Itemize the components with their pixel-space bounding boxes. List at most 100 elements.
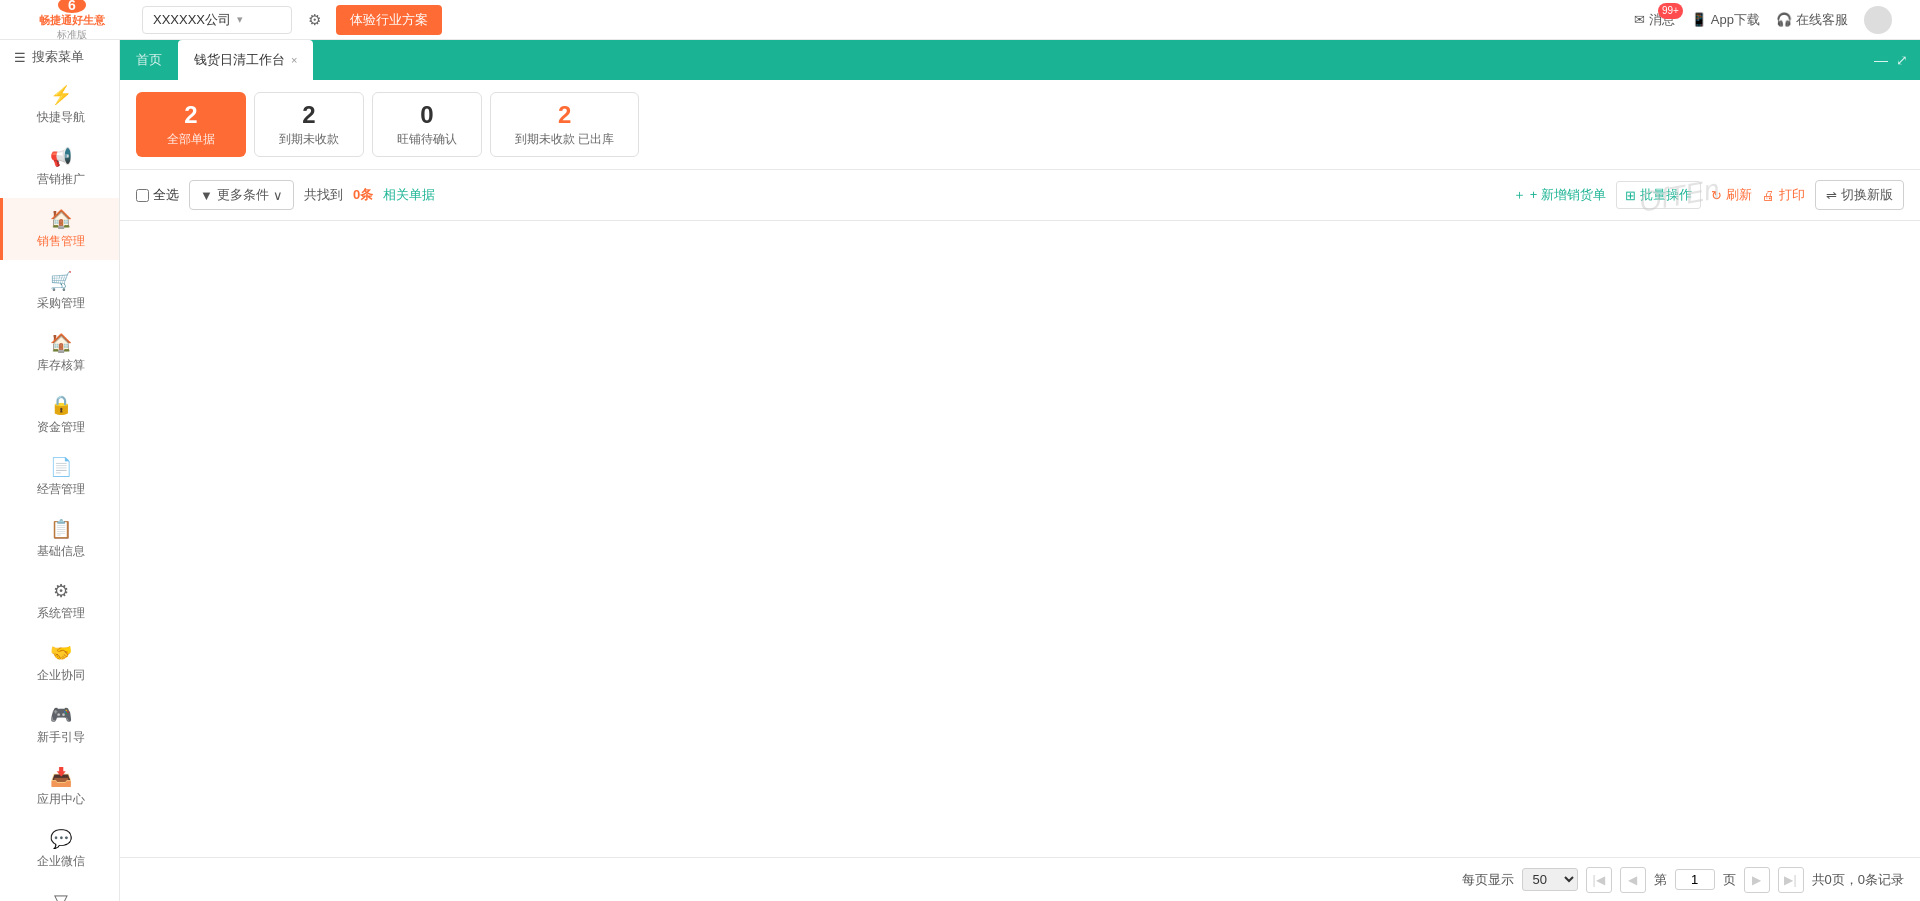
stat-overdue-label: 到期未收款 <box>279 131 339 148</box>
switch-label: 切换新版 <box>1841 186 1893 204</box>
logo-icon: 6 <box>58 0 86 13</box>
logo-area: 6 畅捷通好生意 标准版 <box>12 0 132 39</box>
company-name: XXXXXX公司 <box>153 11 231 29</box>
page-size-select[interactable]: 50 10 20 100 <box>1522 868 1578 891</box>
app-download-label: App下载 <box>1711 11 1760 29</box>
next-page-button[interactable]: ▶ <box>1744 867 1770 893</box>
sidebar-operations-label: 经营管理 <box>37 481 85 498</box>
online-service-button[interactable]: 🎧 在线客服 <box>1776 11 1848 29</box>
batch-label: 批量操作 <box>1640 186 1692 204</box>
sidebar-finance-label: 资金管理 <box>37 419 85 436</box>
tab-home-label: 首页 <box>136 51 162 69</box>
tab-active-label: 钱货日清工作台 <box>194 51 285 69</box>
tab-home[interactable]: 首页 <box>120 40 178 80</box>
tab-close-icon[interactable]: × <box>291 54 297 66</box>
inventory-icon: 🏠 <box>50 332 72 354</box>
switch-new-button[interactable]: ⇌ 切换新版 <box>1815 180 1904 210</box>
sidebar-item-purchase[interactable]: 🛒 采购管理 <box>0 260 119 322</box>
print-icon: 🖨 <box>1762 188 1775 203</box>
sidebar-item-cooperation[interactable]: 🤝 企业协同 <box>0 632 119 694</box>
settings-button[interactable]: ⚙ <box>300 6 328 34</box>
found-suffix[interactable]: 相关单据 <box>383 186 435 204</box>
prev-page-button[interactable]: ◀ <box>1620 867 1646 893</box>
pagination-bar: 每页显示 50 10 20 100 |◀ ◀ 第 页 ▶ ▶| 共0页，0条记录 <box>120 857 1920 901</box>
filter-chevron-icon: ∨ <box>273 188 283 203</box>
sidebar-cooperation-label: 企业协同 <box>37 667 85 684</box>
member-icon: ▽ <box>54 890 68 901</box>
switch-icon: ⇌ <box>1826 188 1837 203</box>
system-icon: ⚙ <box>53 580 69 602</box>
sidebar-guide-label: 新手引导 <box>37 729 85 746</box>
quick-nav-icon: ⚡ <box>50 84 72 106</box>
logo-title: 畅捷通好生意 <box>39 13 105 28</box>
company-selector[interactable]: XXXXXX公司 ▾ <box>142 6 292 34</box>
sidebar-search-label: 搜索菜单 <box>32 48 84 66</box>
marketing-icon: 📢 <box>50 146 72 168</box>
message-icon: ✉ <box>1634 12 1645 27</box>
tab-active[interactable]: 钱货日清工作台 × <box>178 40 313 80</box>
sidebar: ☰ 搜索菜单 ⚡ 快捷导航 📢 营销推广 🏠 销售管理 🛒 采购管理 🏠 库存核… <box>0 40 120 901</box>
add-label: + 新增销货单 <box>1530 186 1606 204</box>
first-page-button[interactable]: |◀ <box>1586 867 1612 893</box>
minimize-icon[interactable]: — <box>1874 52 1888 68</box>
finance-icon: 🔒 <box>50 394 72 416</box>
sidebar-item-inventory[interactable]: 🏠 库存核算 <box>0 322 119 384</box>
sales-icon: 🏠 <box>50 208 72 230</box>
found-count: 0条 <box>353 186 373 204</box>
search-icon: ☰ <box>14 50 26 65</box>
stat-all[interactable]: 2 全部单据 <box>136 92 246 157</box>
sidebar-item-operations[interactable]: 📄 经营管理 <box>0 446 119 508</box>
sidebar-wechat-label: 企业微信 <box>37 853 85 870</box>
sidebar-purchase-label: 采购管理 <box>37 295 85 312</box>
print-button[interactable]: 🖨 打印 <box>1762 186 1805 204</box>
sidebar-marketing-label: 营销推广 <box>37 171 85 188</box>
sidebar-item-sales[interactable]: 🏠 销售管理 <box>0 198 119 260</box>
batch-button[interactable]: ⊞ 批量操作 <box>1616 181 1701 209</box>
add-icon: ＋ <box>1513 186 1526 204</box>
message-button[interactable]: ✉ 消息 99+ <box>1634 11 1675 29</box>
sidebar-app-center-label: 应用中心 <box>37 791 85 808</box>
app-center-icon: 📥 <box>50 766 72 788</box>
stat-shipped-count: 2 <box>558 101 571 129</box>
service-label: 在线客服 <box>1796 11 1848 29</box>
avatar[interactable] <box>1864 6 1892 34</box>
select-all-checkbox[interactable]: 全选 <box>136 186 179 204</box>
stat-overdue[interactable]: 2 到期未收款 <box>254 92 364 157</box>
sidebar-item-quick-nav[interactable]: ⚡ 快捷导航 <box>0 74 119 136</box>
sidebar-item-app-center[interactable]: 📥 应用中心 <box>0 756 119 818</box>
maximize-icon[interactable]: ⤢ <box>1896 52 1908 68</box>
page-input[interactable] <box>1675 869 1715 890</box>
sidebar-item-system[interactable]: ⚙ 系统管理 <box>0 570 119 632</box>
service-icon: 🎧 <box>1776 12 1792 27</box>
guide-icon: 🎮 <box>50 704 72 726</box>
stat-shipped[interactable]: 2 到期未收款 已出库 <box>490 92 639 157</box>
nav-tabs-bar: 首页 钱货日清工作台 × — ⤢ <box>120 40 1920 80</box>
sidebar-system-label: 系统管理 <box>37 605 85 622</box>
sidebar-item-member[interactable]: ▽ 畅会员 <box>0 880 119 901</box>
last-page-button[interactable]: ▶| <box>1778 867 1804 893</box>
app-download-button[interactable]: 📱 App下载 <box>1691 11 1760 29</box>
cooperation-icon: 🤝 <box>50 642 72 664</box>
sidebar-item-guide[interactable]: 🎮 新手引导 <box>0 694 119 756</box>
add-button[interactable]: ＋ + 新增销货单 <box>1513 186 1606 204</box>
filter-icon: ▼ <box>200 188 213 203</box>
stat-pending[interactable]: 0 旺铺待确认 <box>372 92 482 157</box>
select-all-input[interactable] <box>136 189 149 202</box>
sidebar-item-wechat[interactable]: 💬 企业微信 <box>0 818 119 880</box>
sidebar-sales-label: 销售管理 <box>37 233 85 250</box>
refresh-button[interactable]: ↻ 刷新 <box>1711 186 1752 204</box>
top-bar: 6 畅捷通好生意 标准版 XXXXXX公司 ▾ ⚙ 体验行业方案 ✉ 消息 99… <box>0 0 1920 40</box>
tab-actions: — ⤢ <box>1874 52 1920 68</box>
select-all-label: 全选 <box>153 186 179 204</box>
filter-button[interactable]: ▼ 更多条件 ∨ <box>189 180 294 210</box>
sidebar-quick-nav-label: 快捷导航 <box>37 109 85 126</box>
sidebar-item-basic-info[interactable]: 📋 基础信息 <box>0 508 119 570</box>
stat-overdue-count: 2 <box>302 101 315 129</box>
sidebar-item-marketing[interactable]: 📢 营销推广 <box>0 136 119 198</box>
trial-button[interactable]: 体验行业方案 <box>336 5 442 35</box>
stats-row: 2 全部单据 2 到期未收款 0 旺铺待确认 2 到期未收款 已出库 <box>120 80 1920 170</box>
refresh-icon: ↻ <box>1711 188 1722 203</box>
sidebar-item-finance[interactable]: 🔒 资金管理 <box>0 384 119 446</box>
sidebar-item-search-menu[interactable]: ☰ 搜索菜单 <box>0 40 119 74</box>
chevron-down-icon: ▾ <box>237 13 243 26</box>
